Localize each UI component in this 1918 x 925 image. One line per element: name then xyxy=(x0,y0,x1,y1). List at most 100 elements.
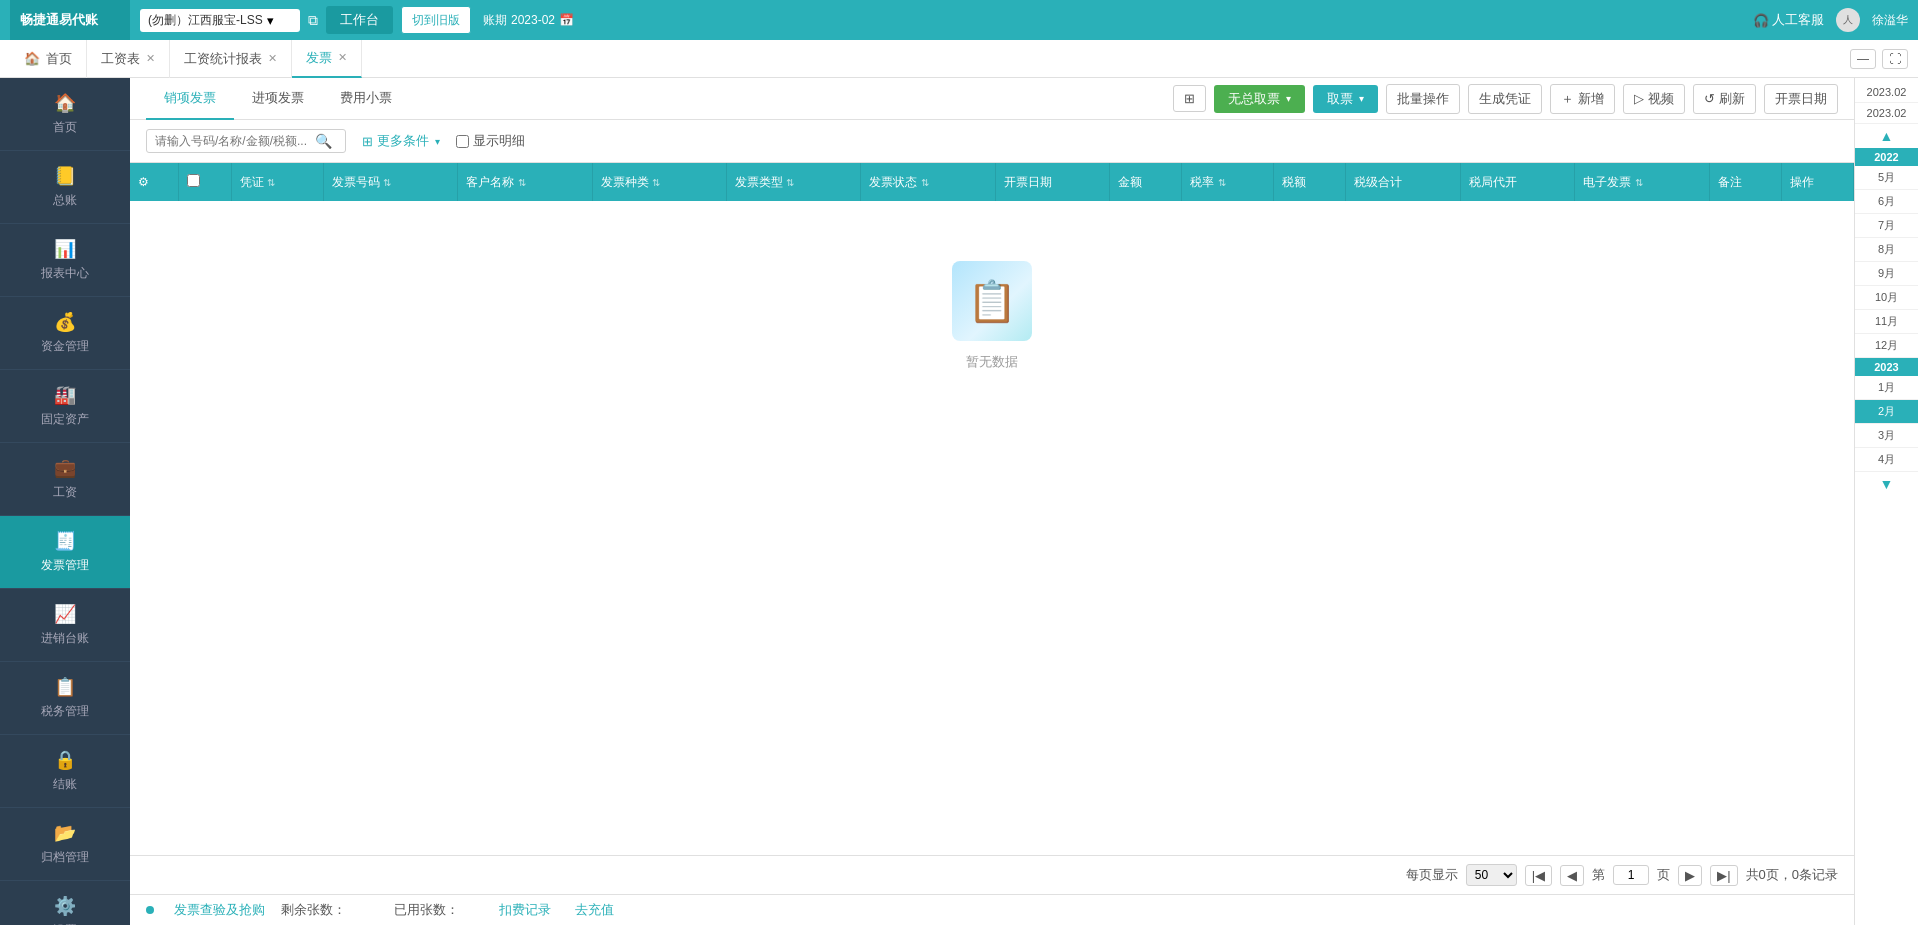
last-page-button[interactable]: ▶| xyxy=(1710,865,1737,886)
takeout-button[interactable]: 取票 ▾ xyxy=(1313,85,1378,113)
tab-payroll-close[interactable]: ✕ xyxy=(146,52,155,65)
no-takeout-dropdown-icon: ▾ xyxy=(1286,93,1291,104)
copy-icon[interactable]: ⧉ xyxy=(308,12,318,29)
video-button[interactable]: ▷ 视频 xyxy=(1623,84,1685,114)
assets-icon: 🏭 xyxy=(54,384,76,406)
support-button[interactable]: 🎧 人工客服 xyxy=(1753,11,1824,29)
search-input[interactable] xyxy=(155,134,315,148)
switch-old-button[interactable]: 切到旧版 xyxy=(401,6,471,34)
maximize-button[interactable]: ⛶ xyxy=(1882,49,1908,69)
sidebar-item-reports[interactable]: 📊 报表中心 xyxy=(0,224,130,297)
next-page-button[interactable]: ▶ xyxy=(1678,865,1702,886)
tab-payroll[interactable]: 工资表 ✕ xyxy=(87,40,170,78)
sidebar-item-closing[interactable]: 🔒 结账 xyxy=(0,735,130,808)
sidebar-item-payroll[interactable]: 💼 工资 xyxy=(0,443,130,516)
sort-invoice-type-icon[interactable]: ⇅ xyxy=(652,177,660,188)
sidebar-item-tax[interactable]: 📋 税务管理 xyxy=(0,662,130,735)
sidebar-item-sales[interactable]: 📈 进销台账 xyxy=(0,589,130,662)
sidebar-item-settings[interactable]: ⚙️ 设置 xyxy=(0,881,130,925)
rp-month-2-active[interactable]: 2月 xyxy=(1855,400,1918,424)
sidebar-label-home: 首页 xyxy=(53,119,77,136)
sort-customer-icon[interactable]: ⇅ xyxy=(518,177,526,188)
sort-voucher-icon[interactable]: ⇅ xyxy=(267,177,275,188)
rp-date-2023-02-b[interactable]: 2023.02 xyxy=(1855,103,1918,124)
first-page-button[interactable]: |◀ xyxy=(1525,865,1552,886)
remaining-label: 剩余张数： xyxy=(281,901,346,919)
tab-home[interactable]: 🏠 首页 xyxy=(10,40,87,78)
rp-month-9[interactable]: 9月 xyxy=(1855,262,1918,286)
company-selector[interactable]: (勿删）江西服宝-LSS ▾ xyxy=(140,9,300,32)
verify-label[interactable]: 发票查验及抢购 xyxy=(174,901,265,919)
invoice-sub-tabs: 销项发票 进项发票 费用小票 ⊞ 无总取票 ▾ 取票 ▾ xyxy=(130,78,1854,120)
rp-month-3[interactable]: 3月 xyxy=(1855,424,1918,448)
prev-page-button[interactable]: ◀ xyxy=(1560,865,1584,886)
tab-expense-receipt[interactable]: 费用小票 xyxy=(322,78,410,120)
debit-record-link[interactable]: 扣费记录 xyxy=(499,901,551,919)
calendar-icon[interactable]: 📅 xyxy=(559,13,574,27)
col-voucher: 凭证 ⇅ xyxy=(231,163,323,201)
col-invoice-status: 发票状态 ⇅ xyxy=(861,163,995,201)
period-label: 账期 xyxy=(483,12,507,29)
tab-payroll-stat-close[interactable]: ✕ xyxy=(268,52,277,65)
sidebar-item-home[interactable]: 🏠 首页 xyxy=(0,78,130,151)
sort-invoice-cat-icon[interactable]: ⇅ xyxy=(786,177,794,188)
rp-month-5[interactable]: 5月 xyxy=(1855,166,1918,190)
show-detail-checkbox[interactable] xyxy=(456,135,469,148)
page-size-label: 每页显示 xyxy=(1406,866,1458,884)
sort-status-icon[interactable]: ⇅ xyxy=(921,177,929,188)
grid-view-button[interactable]: ⊞ xyxy=(1173,85,1206,112)
rp-month-12[interactable]: 12月 xyxy=(1855,334,1918,358)
gen-voucher-button[interactable]: 生成凭证 xyxy=(1468,84,1542,114)
page-size-select[interactable]: 20 50 100 xyxy=(1466,864,1517,886)
company-name: (勿删）江西服宝-LSS xyxy=(148,12,263,29)
search-box[interactable]: 🔍 xyxy=(146,129,346,153)
col-remark: 备注 xyxy=(1709,163,1781,201)
new-button[interactable]: ＋ 新增 xyxy=(1550,84,1615,114)
sidebar-item-funds[interactable]: 💰 资金管理 xyxy=(0,297,130,370)
rp-down-arrow[interactable]: ▼ xyxy=(1855,472,1918,496)
refresh-button[interactable]: ↺ 刷新 xyxy=(1693,84,1756,114)
rp-month-1[interactable]: 1月 xyxy=(1855,376,1918,400)
avatar[interactable]: 人 xyxy=(1836,8,1860,32)
select-all-checkbox[interactable] xyxy=(187,174,200,187)
rp-month-8[interactable]: 8月 xyxy=(1855,238,1918,262)
open-date-button[interactable]: 开票日期 xyxy=(1764,84,1838,114)
payroll-icon: 💼 xyxy=(54,457,76,479)
rp-up-arrow[interactable]: ▲ xyxy=(1855,124,1918,148)
sort-electronic-icon[interactable]: ⇅ xyxy=(1635,177,1643,188)
rp-month-4[interactable]: 4月 xyxy=(1855,448,1918,472)
show-detail-checkbox-area[interactable]: 显示明细 xyxy=(456,132,525,150)
no-takeout-button[interactable]: 无总取票 ▾ xyxy=(1214,85,1305,113)
sort-tax-rate-icon[interactable]: ⇅ xyxy=(1218,177,1226,188)
sidebar-item-assets[interactable]: 🏭 固定资产 xyxy=(0,370,130,443)
tab-purchase-invoice[interactable]: 进项发票 xyxy=(234,78,322,120)
sort-invoice-no-icon[interactable]: ⇅ xyxy=(383,177,391,188)
tab-window-controls: — ⛶ xyxy=(1850,49,1908,69)
sidebar-label-sales: 进销台账 xyxy=(41,630,89,647)
rp-date-2023-02-a[interactable]: 2023.02 xyxy=(1855,82,1918,103)
tab-payroll-stat[interactable]: 工资统计报表 ✕ xyxy=(170,40,292,78)
minimize-button[interactable]: — xyxy=(1850,49,1876,69)
recharge-link[interactable]: 去充值 xyxy=(575,901,614,919)
tab-sales-invoice[interactable]: 销项发票 xyxy=(146,78,234,120)
sidebar-item-ledger[interactable]: 📒 总账 xyxy=(0,151,130,224)
workbench-button[interactable]: 工作台 xyxy=(326,6,393,34)
sidebar-item-invoice[interactable]: 🧾 发票管理 xyxy=(0,516,130,589)
col-settings[interactable]: ⚙ xyxy=(130,163,178,201)
tab-invoice[interactable]: 发票 ✕ xyxy=(292,40,362,78)
no-takeout-label: 无总取票 xyxy=(1228,90,1280,108)
user-name[interactable]: 徐溢华 xyxy=(1872,12,1908,29)
filter-button[interactable]: ⊞ 更多条件 ▾ xyxy=(354,128,448,154)
sidebar-item-archive[interactable]: 📂 归档管理 xyxy=(0,808,130,881)
rp-month-10[interactable]: 10月 xyxy=(1855,286,1918,310)
page-number-input[interactable] xyxy=(1613,865,1649,885)
rp-month-7[interactable]: 7月 xyxy=(1855,214,1918,238)
rp-month-6[interactable]: 6月 xyxy=(1855,190,1918,214)
col-tax-total: 税级合计 xyxy=(1346,163,1460,201)
rp-month-11[interactable]: 11月 xyxy=(1855,310,1918,334)
batch-op-button[interactable]: 批量操作 xyxy=(1386,84,1460,114)
col-check[interactable] xyxy=(178,163,231,201)
search-icon[interactable]: 🔍 xyxy=(315,133,332,149)
tab-invoice-close[interactable]: ✕ xyxy=(338,51,347,64)
rp-year-2023: 2023 xyxy=(1855,358,1918,376)
